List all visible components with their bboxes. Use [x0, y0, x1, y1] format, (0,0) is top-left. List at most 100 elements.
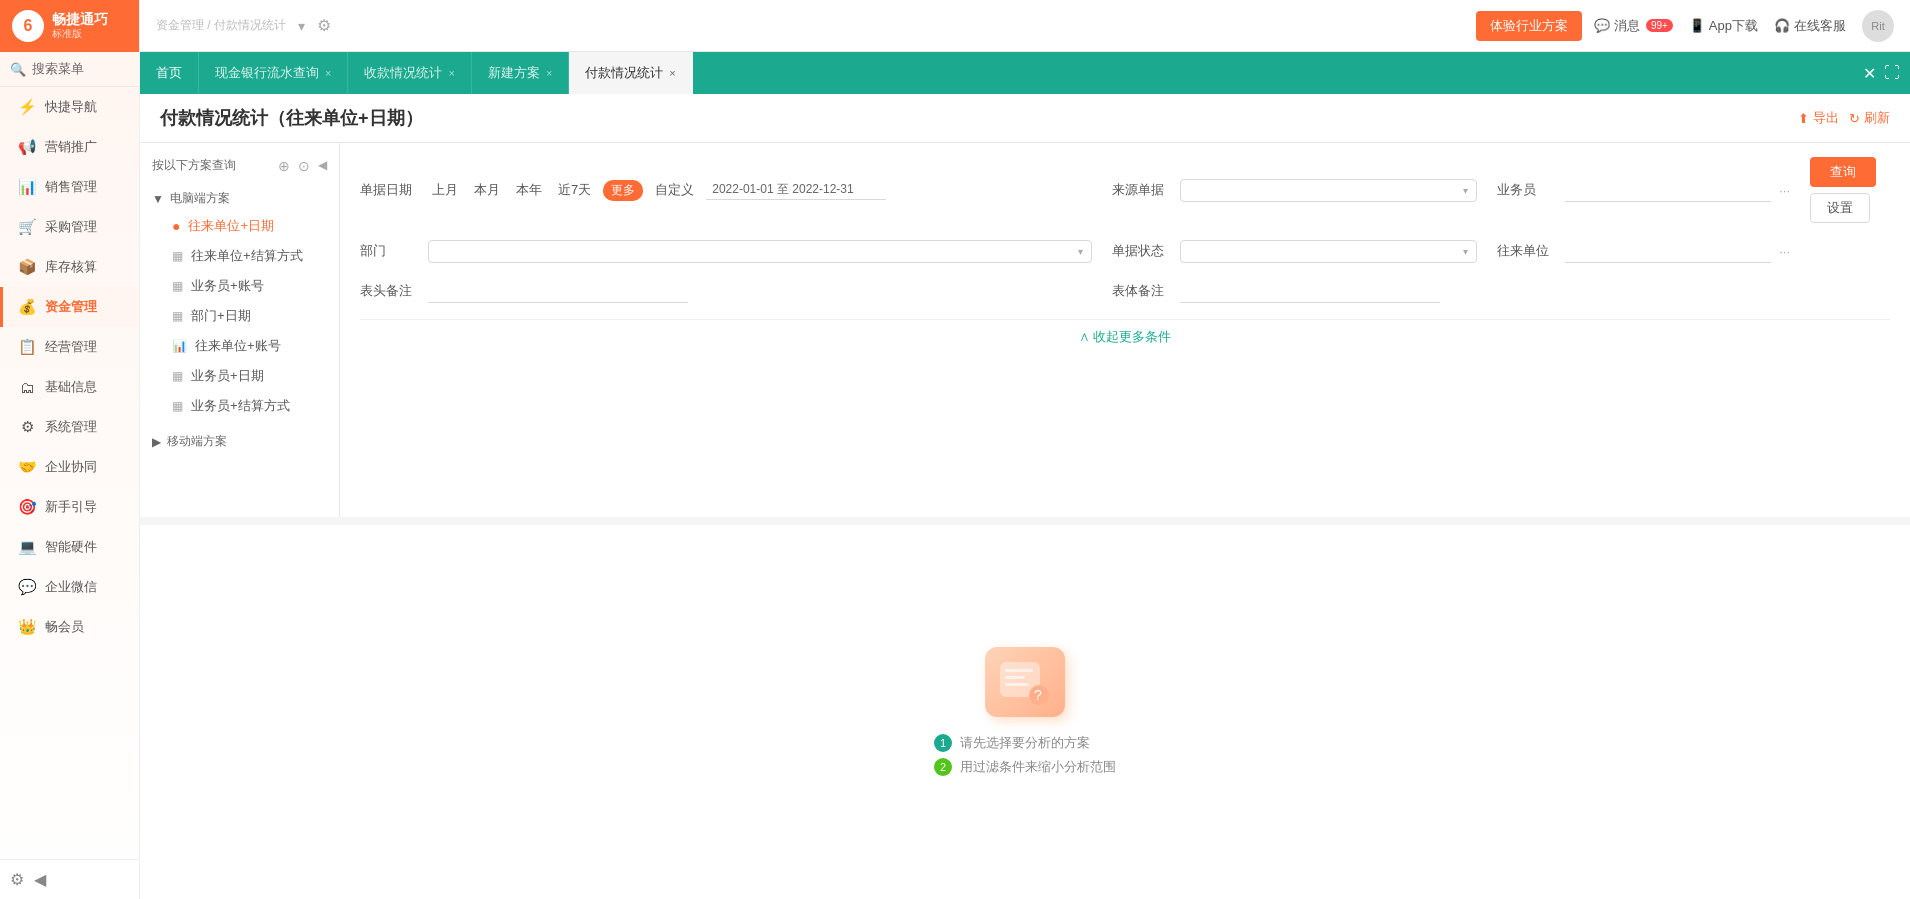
- dept-select[interactable]: ▾: [428, 240, 1092, 263]
- sidebar-item-quick-nav[interactable]: ⚡ 快捷导航: [0, 87, 139, 127]
- staff-input[interactable]: [1565, 178, 1771, 202]
- table-head-notes-label: 表头备注: [360, 282, 420, 300]
- tabs-expand-icon[interactable]: ⛶: [1884, 64, 1900, 82]
- source-doc-select[interactable]: ▾: [1180, 179, 1478, 202]
- scheme-item-unit-settle[interactable]: ▦ 往来单位+结算方式: [152, 241, 327, 271]
- export-button[interactable]: ⬆ 导出: [1798, 109, 1839, 127]
- shortcut-more[interactable]: 更多: [603, 180, 643, 201]
- scheme-item-staff-settle[interactable]: ▦ 业务员+结算方式: [152, 391, 327, 421]
- sidebar-item-label: 资金管理: [45, 298, 97, 316]
- bottom-settings-icon[interactable]: ⚙: [10, 870, 24, 889]
- scheme-category-label: 电脑端方案: [170, 190, 230, 207]
- sidebar-item-wechat[interactable]: 💬 企业微信: [0, 567, 139, 607]
- collapse-more-btn[interactable]: ∧ 收起更多条件: [360, 319, 1890, 354]
- counterpart-more-icon[interactable]: ···: [1779, 244, 1790, 259]
- doc-status-select[interactable]: ▾: [1180, 240, 1478, 263]
- shortcut-this-month[interactable]: 本月: [470, 179, 504, 201]
- online-service-action[interactable]: 🎧 在线客服: [1774, 17, 1846, 35]
- member-icon: 👑: [17, 617, 37, 637]
- user-avatar[interactable]: Rit: [1862, 10, 1894, 42]
- scheme-category-pc-title[interactable]: ▼ 电脑端方案: [152, 186, 327, 211]
- query-button[interactable]: 查询: [1810, 157, 1876, 187]
- tab-payment-label: 付款情况统计: [585, 64, 663, 82]
- svg-rect-1: [1005, 669, 1033, 672]
- sidebar-item-finance[interactable]: 💰 资金管理: [0, 287, 139, 327]
- counterpart-label: 往来单位: [1497, 242, 1557, 260]
- sidebar-item-basic[interactable]: 🗂 基础信息: [0, 367, 139, 407]
- logo-sub: 标准版: [52, 27, 108, 41]
- scheme-category-pc: ▼ 电脑端方案 ● 往来单位+日期 ▦ 往来单位+结算方式 ▦ 业务员+账号: [140, 182, 339, 425]
- date-range-input[interactable]: [706, 181, 886, 200]
- scheme-item-unit-date[interactable]: ● 往来单位+日期: [152, 211, 327, 241]
- sidebar-item-label: 畅会员: [45, 618, 84, 636]
- tip-num-2: 2: [934, 758, 952, 776]
- tabs-controls: ✕ ⛶: [1853, 52, 1910, 94]
- tab-receivable[interactable]: 收款情况统计 ×: [348, 52, 471, 94]
- tab-new-scheme-label: 新建方案: [488, 64, 540, 82]
- scheme-item-table5-icon: ▦: [172, 399, 183, 413]
- avatar-text: Rit: [1871, 20, 1884, 32]
- table-body-notes-input[interactable]: [1180, 279, 1440, 303]
- sidebar-item-inventory[interactable]: 📦 库存核算: [0, 247, 139, 287]
- sidebar-item-marketing[interactable]: 📢 营销推广: [0, 127, 139, 167]
- sidebar-item-guide[interactable]: 🎯 新手引导: [0, 487, 139, 527]
- sidebar-item-operation[interactable]: 📋 经营管理: [0, 327, 139, 367]
- sidebar-item-system[interactable]: ⚙ 系统管理: [0, 407, 139, 447]
- scheme-item-dept-date[interactable]: ▦ 部门+日期: [152, 301, 327, 331]
- shortcut-custom[interactable]: 自定义: [651, 179, 698, 201]
- svg-rect-2: [1005, 676, 1025, 679]
- tab-receivable-close[interactable]: ×: [448, 67, 454, 79]
- staff-more-icon[interactable]: ···: [1779, 183, 1790, 198]
- tab-cashflow-close[interactable]: ×: [325, 67, 331, 79]
- shortcut-last-7[interactable]: 近7天: [554, 179, 595, 201]
- sidebar-item-enterprise[interactable]: 🤝 企业协同: [0, 447, 139, 487]
- online-service-label: 在线客服: [1794, 17, 1846, 35]
- trial-btn[interactable]: 体验行业方案: [1476, 11, 1582, 41]
- scheme-category-mobile-title[interactable]: ▶ 移动端方案: [152, 429, 327, 454]
- scheme-item-staff-account[interactable]: ▦ 业务员+账号: [152, 271, 327, 301]
- sidebar-item-sales[interactable]: 📊 销售管理: [0, 167, 139, 207]
- dept-label: 部门: [360, 242, 420, 260]
- table-head-notes-input[interactable]: [428, 279, 688, 303]
- tab-cashflow[interactable]: 现金银行流水查询 ×: [199, 52, 348, 94]
- scheme-add-icon[interactable]: ⊕: [278, 158, 290, 174]
- tab-new-scheme-close[interactable]: ×: [546, 67, 552, 79]
- sales-icon: 📊: [17, 177, 37, 197]
- tabs-close-all-icon[interactable]: ✕: [1863, 64, 1876, 83]
- scheme-category-mobile-arrow: ▶: [152, 435, 161, 449]
- refresh-button[interactable]: ↻ 刷新: [1849, 109, 1890, 127]
- counterpart-input[interactable]: [1565, 239, 1771, 263]
- scheme-category-mobile: ▶ 移动端方案: [140, 425, 339, 458]
- settings-button[interactable]: 设置: [1810, 193, 1870, 223]
- topbar-dropdown-icon[interactable]: ▾: [298, 18, 305, 34]
- scheme-item-unit-account[interactable]: 📊 往来单位+账号: [152, 331, 327, 361]
- tab-new-scheme[interactable]: 新建方案 ×: [472, 52, 569, 94]
- svg-rect-3: [1005, 683, 1029, 686]
- search-menu[interactable]: 🔍 搜索菜单: [0, 52, 139, 87]
- scheme-item-staff-date[interactable]: ▦ 业务员+日期: [152, 361, 327, 391]
- shortcut-last-month[interactable]: 上月: [428, 179, 462, 201]
- tab-home[interactable]: 首页: [140, 52, 199, 94]
- sidebar-item-purchase[interactable]: 🛒 采购管理: [0, 207, 139, 247]
- scheme-item-chart-icon: 📊: [172, 339, 187, 353]
- sidebar-item-label: 企业微信: [45, 578, 97, 596]
- filter-row-2: 部门 ▾ 单据状态 ▾ 往来单位: [360, 239, 1890, 263]
- page-header-actions: ⬆ 导出 ↻ 刷新: [1798, 109, 1890, 127]
- message-action[interactable]: 💬 消息 99+: [1594, 17, 1673, 35]
- app-download-action[interactable]: 📱 App下载: [1689, 17, 1758, 35]
- scheme-collapse-icon[interactable]: ◀: [318, 158, 327, 174]
- inventory-icon: 📦: [17, 257, 37, 277]
- empty-tip-1: 1 请先选择要分析的方案: [934, 734, 1116, 752]
- shortcut-this-year[interactable]: 本年: [512, 179, 546, 201]
- sidebar-collapse-icon[interactable]: ◀: [34, 870, 46, 889]
- sidebar-item-hardware[interactable]: 💻 智能硬件: [0, 527, 139, 567]
- scheme-settings-icon[interactable]: ⊙: [298, 158, 310, 174]
- tab-payment-close[interactable]: ×: [669, 67, 675, 79]
- logo-text-area: 畅捷通巧 标准版: [52, 11, 108, 42]
- scheme-item-label: 业务员+账号: [191, 277, 264, 295]
- tab-payment[interactable]: 付款情况统计 ×: [569, 52, 692, 94]
- topbar-settings-icon[interactable]: ⚙: [317, 16, 331, 35]
- collapse-more-label: 收起更多条件: [1093, 329, 1171, 344]
- svg-text:?: ?: [1034, 687, 1042, 703]
- sidebar-item-member[interactable]: 👑 畅会员: [0, 607, 139, 647]
